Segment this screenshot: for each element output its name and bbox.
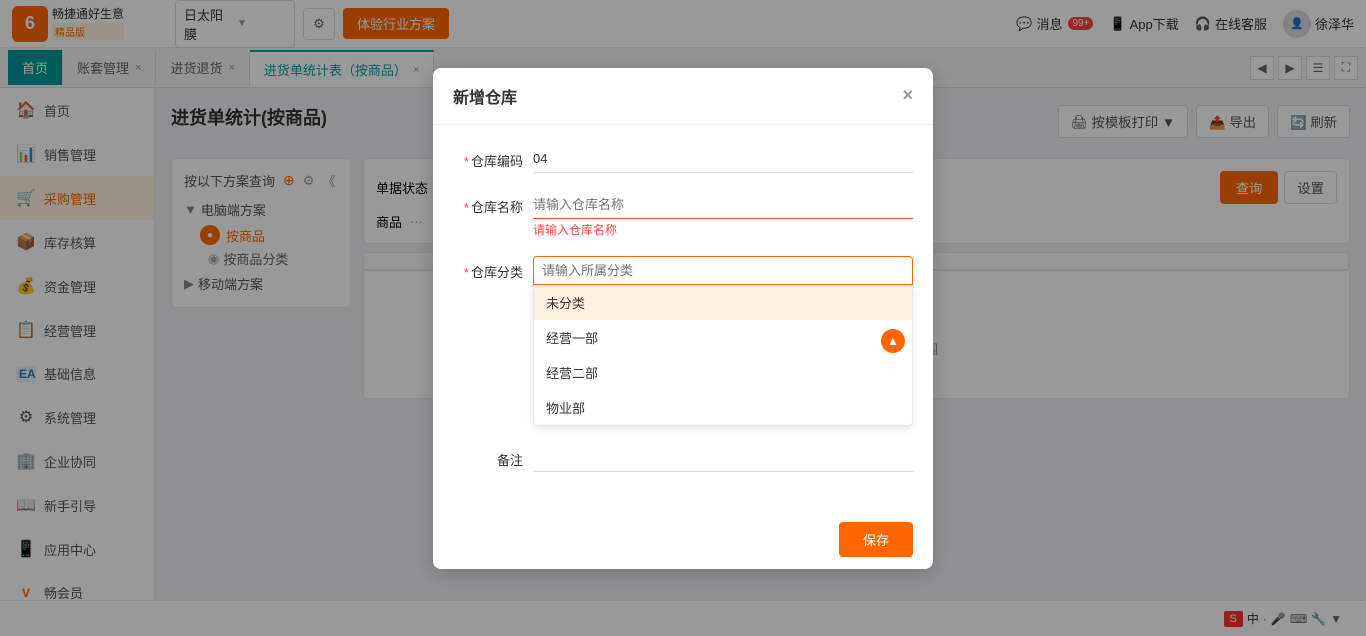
warehouse-code-row: 仓库编码 xyxy=(453,145,913,173)
warehouse-name-label: 仓库名称 xyxy=(453,191,533,216)
warehouse-name-row: 仓库名称 请输入仓库名称 xyxy=(453,191,913,238)
category-label: 仓库分类 xyxy=(453,256,533,281)
warehouse-code-label: 仓库编码 xyxy=(453,145,533,170)
notes-label: 备注 xyxy=(453,444,533,469)
dropdown-item-uncategorized[interactable]: 未分类 xyxy=(534,285,912,320)
dropdown-item-dept2[interactable]: 经营二部 xyxy=(534,355,912,390)
notes-wrapper xyxy=(533,444,913,472)
warehouse-category-row: 仓库分类 ▲ 未分类 经营一部 经营二部 物业部 xyxy=(453,256,913,426)
dropdown-item-dept3[interactable]: 物业部 xyxy=(534,390,912,425)
dropdown-item-dept1[interactable]: 经营一部 xyxy=(534,320,912,355)
modal-add-warehouse: 新增仓库 × 仓库编码 仓库名称 请输入仓库名称 仓库分类 xyxy=(433,68,933,569)
warehouse-name-input[interactable] xyxy=(533,191,913,219)
save-button[interactable]: 保存 xyxy=(839,522,913,557)
warehouse-name-error: 请输入仓库名称 xyxy=(533,221,913,238)
category-dropdown: 未分类 经营一部 经营二部 物业部 xyxy=(533,285,913,426)
modal-body: 仓库编码 仓库名称 请输入仓库名称 仓库分类 ▲ xyxy=(433,125,933,510)
modal-overlay: 新增仓库 × 仓库编码 仓库名称 请输入仓库名称 仓库分类 xyxy=(0,0,1366,636)
modal-footer: 保存 xyxy=(433,510,933,569)
warehouse-name-wrapper: 请输入仓库名称 xyxy=(533,191,913,238)
warehouse-code-wrapper xyxy=(533,145,913,173)
notes-input[interactable] xyxy=(533,444,913,472)
notes-row: 备注 xyxy=(453,444,913,472)
warehouse-code-input[interactable] xyxy=(533,145,913,173)
modal-header: 新增仓库 × xyxy=(433,68,933,125)
category-input[interactable] xyxy=(533,256,913,285)
modal-title: 新增仓库 xyxy=(453,84,517,108)
modal-close-button[interactable]: × xyxy=(902,85,913,106)
category-input-wrapper: ▲ 未分类 经营一部 经营二部 物业部 xyxy=(533,256,913,426)
category-toggle-button[interactable]: ▲ xyxy=(881,329,905,353)
